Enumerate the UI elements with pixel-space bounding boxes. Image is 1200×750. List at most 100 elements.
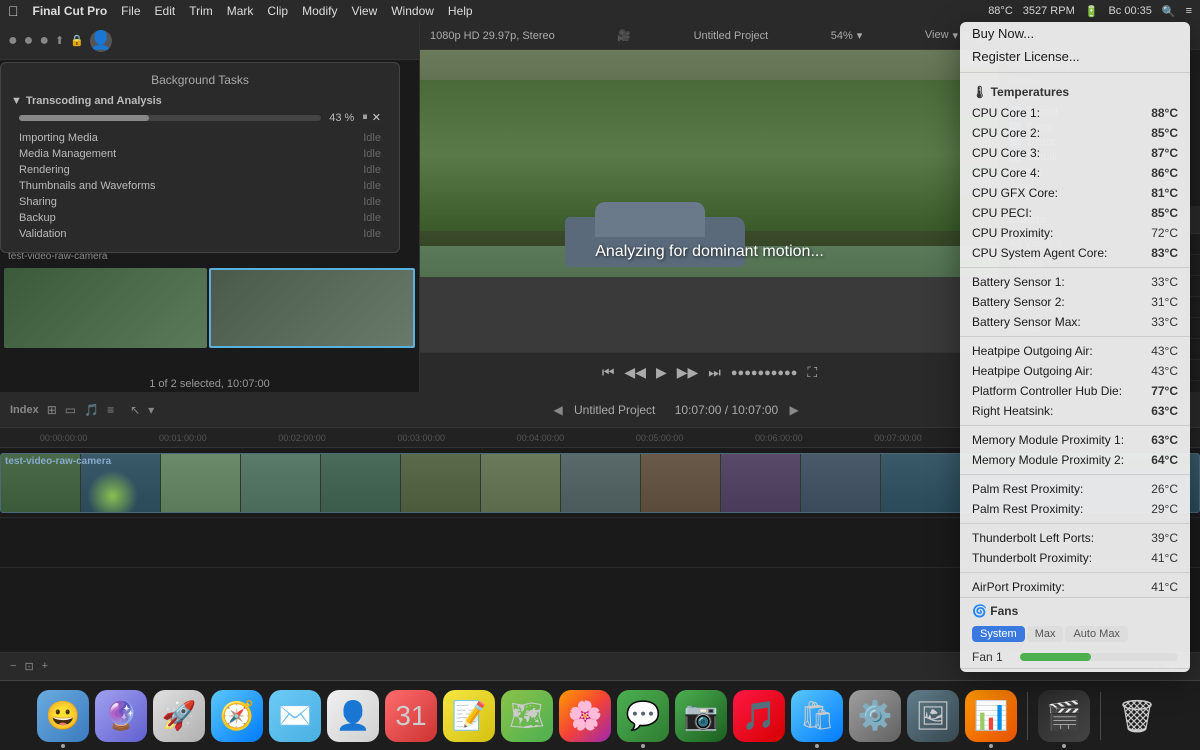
fans-icon: 🌀 [972, 604, 987, 618]
battery-indicator: 🔋 [1085, 5, 1099, 18]
audio-icon[interactable]: 🎵 [84, 403, 99, 417]
menu-mark[interactable]: Mark [227, 4, 254, 18]
task-row-sharing: Sharing Idle [11, 194, 389, 210]
thumbnail-row[interactable] [4, 268, 415, 348]
progress-bar-fill [19, 115, 149, 121]
prev-frame-icon[interactable]: ◀◀ [624, 364, 646, 381]
dropdown-bottom-items: Show Main Window Preferences... App Tuto… [960, 668, 1190, 672]
dock-finder[interactable]: 😀 [37, 690, 89, 742]
fit-icon[interactable]: ⊡ [24, 660, 33, 673]
track-thumb-3 [161, 454, 241, 512]
viewer-zoom-controls[interactable]: 54% ▾ [831, 29, 863, 42]
buy-now-item[interactable]: Buy Now... [960, 22, 1190, 45]
progress-controls[interactable]: ⏸ ✕ [362, 111, 381, 124]
register-license-item[interactable]: Register License... [960, 45, 1190, 68]
skip-back-icon[interactable]: ⏮ [602, 364, 615, 381]
zoom-out-icon[interactable]: − [10, 660, 16, 673]
import-icon[interactable]: ⬆ [55, 34, 64, 47]
skip-forward-icon[interactable]: ⏭ [708, 364, 721, 381]
menu-modify[interactable]: Modify [302, 4, 337, 18]
menu-clip[interactable]: Clip [267, 4, 288, 18]
fullscreen-icon[interactable]: ⛶ [807, 364, 817, 381]
browser-thumbnails: test-video-raw-camera [0, 245, 419, 352]
zoom-dropdown-icon[interactable]: ▾ [857, 29, 863, 42]
clip-icon[interactable]: ▭ [65, 403, 76, 417]
minimize-button[interactable]: ● [24, 32, 34, 50]
dock-quicktime[interactable]: 🖼 [907, 690, 959, 742]
dock-calendar[interactable]: 31 [385, 690, 437, 742]
dropdown-separator-3 [960, 336, 1190, 337]
dock-appstore[interactable]: 🛍 [791, 690, 843, 742]
dock-photos[interactable]: 🌸 [559, 690, 611, 742]
dock-messages[interactable]: 💬 [617, 690, 669, 742]
play-icon[interactable]: ▶ [656, 364, 667, 381]
fans-tab-auto-max[interactable]: Auto Max [1065, 626, 1127, 642]
ruler-mark-0: 00:00:00:00 [4, 433, 123, 443]
menu-edit[interactable]: Edit [155, 4, 176, 18]
ruler-mark-7: 00:07:00:00 [838, 433, 957, 443]
menu-app-name[interactable]: Final Cut Pro [33, 4, 108, 18]
stop-icon[interactable]: ✕ [372, 111, 381, 124]
index-label[interactable]: Index [10, 404, 39, 416]
fan-bar-fill [1020, 653, 1091, 661]
dock-mail[interactable]: ✉️ [269, 690, 321, 742]
filmstrip-icon[interactable]: ⊞ [47, 403, 57, 417]
fan-1-row: Fan 1 [960, 646, 1190, 668]
menu-window[interactable]: Window [391, 4, 434, 18]
dock-divider [1027, 692, 1028, 740]
thumbnail-2[interactable] [209, 268, 416, 348]
dock-maps[interactable]: 🗺 [501, 690, 553, 742]
show-main-window-item[interactable]: Show Main Window [960, 669, 1190, 672]
dock-facetime[interactable]: 📷 [675, 690, 727, 742]
thumbnail-1[interactable] [4, 268, 207, 348]
fans-tab-system[interactable]: System [972, 626, 1025, 642]
chevron-icon[interactable]: ▼ [11, 95, 22, 107]
ruler-mark-3: 00:03:00:00 [362, 433, 481, 443]
zoom-level[interactable]: 54% [831, 30, 853, 42]
close-button[interactable]: ● [8, 32, 18, 50]
dock-fcp[interactable]: 🎬 [1038, 690, 1090, 742]
ruler-mark-1: 00:01:00:00 [123, 433, 242, 443]
view-button[interactable]: View [925, 29, 949, 42]
maximize-button[interactable]: ● [39, 32, 49, 50]
dock-stats[interactable]: 📊 [965, 690, 1017, 742]
fans-tab-max[interactable]: Max [1027, 626, 1064, 642]
dock-launchpad[interactable]: 🚀 [153, 690, 205, 742]
menu-trim[interactable]: Trim [189, 4, 213, 18]
view-dropdown-icon[interactable]: ▾ [953, 29, 959, 42]
stats-dot [989, 744, 993, 748]
dock-notes[interactable]: 📝 [443, 690, 495, 742]
fcp-dot [1062, 744, 1066, 748]
rpm-indicator: 3527 RPM [1023, 5, 1075, 17]
menu-file[interactable]: File [121, 4, 140, 18]
menu-view[interactable]: View [351, 4, 377, 18]
pointer-icon[interactable]: ↖ [130, 403, 140, 417]
pointer-dropdown-icon[interactable]: ▾ [148, 403, 154, 417]
dock-contacts[interactable]: 👤 [327, 690, 379, 742]
zoom-in-icon[interactable]: + [42, 660, 48, 673]
browser-panel: ● ● ● ⬆ 🔒 👤 Background Tasks ▼ Transcodi… [0, 22, 420, 392]
dock-trash[interactable]: 🗑 [1111, 690, 1163, 742]
viewer-project-name: Untitled Project [694, 30, 769, 42]
fcp-icon: 🎬 [1047, 699, 1082, 732]
dock-siri[interactable]: 🔮 [95, 690, 147, 742]
selection-info: 1 of 2 selected, 10:07:00 [149, 378, 269, 390]
dock-safari[interactable]: 🧭 [211, 690, 263, 742]
dock-music[interactable]: 🎵 [733, 690, 785, 742]
menu-help[interactable]: Help [448, 4, 473, 18]
timeline-next-icon[interactable]: ▶ [790, 403, 799, 417]
dropdown-separator-4 [960, 425, 1190, 426]
list-icon[interactable]: ≡ [107, 403, 114, 417]
track-thumb-10 [721, 454, 801, 512]
apple-logo-icon[interactable]:  [8, 3, 19, 19]
viewer-panel: 1080p HD 29.97p, Stereo 🎥 Untitled Proje… [420, 22, 1000, 392]
dropdown-separator-2 [960, 267, 1190, 268]
search-icon[interactable]: 🔍 [1162, 5, 1176, 18]
temp-cpu-proximity: CPU Proximity: 72°C [960, 223, 1190, 243]
pause-icon[interactable]: ⏸ [362, 111, 368, 124]
timeline-prev-icon[interactable]: ◀ [553, 403, 562, 417]
dropdown-scroll: Buy Now... Register License... 🌡 Tempera… [960, 22, 1190, 672]
next-frame-icon[interactable]: ▶▶ [677, 364, 699, 381]
track-thumb-4 [241, 454, 321, 512]
dock-systemprefs[interactable]: ⚙️ [849, 690, 901, 742]
